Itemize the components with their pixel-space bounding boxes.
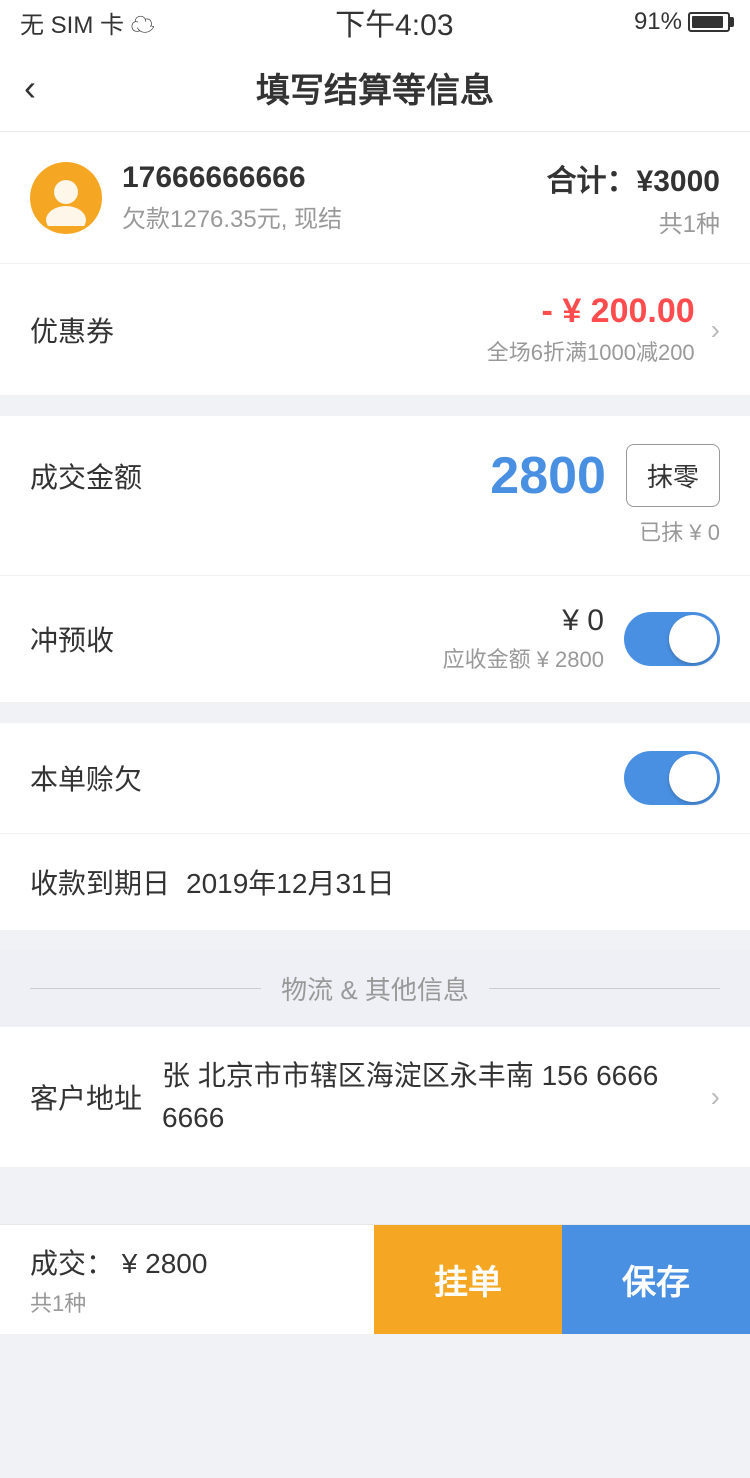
debt-toggle[interactable] [624,751,720,805]
page-title: 填写结算等信息 [256,63,494,112]
discount-description: 全场6折满1000减200 [487,335,695,367]
footer-transaction-amount: ¥ 2800 [122,1248,208,1279]
battery-text: 91% [634,8,682,36]
customer-total: 合计：¥3000 共1种 [547,156,720,239]
address-chevron-icon: › [711,1081,720,1113]
footer-transaction: 成交： ¥ 2800 [30,1242,344,1282]
sim-text: 无 SIM 卡 ☁ [20,5,155,40]
discount-amount: - ¥ 200.00 [487,292,695,331]
avatar [30,162,102,234]
due-date-section: 收款到期日 2019年12月31日 [0,834,750,930]
prepay-section: 冲预收 ¥ 0 应收金额 ¥ 2800 [0,576,750,703]
nav-bar: ‹ 填写结算等信息 [0,44,750,132]
gray-divider-3 [0,930,750,950]
logistics-label: 物流 & 其他信息 [281,970,469,1007]
customer-left: 17666666666 欠款1276.35元, 现结 [30,161,342,234]
amount-section: 成交金额 2800 抹零 已抹 ¥ 0 [0,416,750,576]
prepay-toggle[interactable] [624,612,720,666]
debt-bill-label: 本单赊欠 [30,758,142,798]
prepay-receivable: 应收金额 ¥ 2800 [443,642,604,674]
gray-divider-1 [0,396,750,416]
address-section[interactable]: 客户地址 张 北京市市辖区海淀区永丰南 156 6666 6666 › [0,1027,750,1168]
round-button[interactable]: 抹零 [626,444,720,507]
amount-erased: 已抹 ¥ 0 [639,520,720,545]
gray-divider-2 [0,703,750,723]
status-time: 下午4:03 [335,0,453,44]
amount-value: 2800 [490,446,606,506]
address-label: 客户地址 [30,1077,142,1117]
prepay-label: 冲预收 [30,619,114,659]
address-text: 张 北京市市辖区海淀区永丰南 156 6666 6666 [162,1055,711,1139]
logistics-line-right [489,988,720,989]
back-button[interactable]: ‹ [24,67,36,109]
amount-right: 2800 抹零 [490,444,720,507]
amount-row: 成交金额 2800 抹零 [30,444,720,507]
save-button[interactable]: 保存 [562,1225,750,1334]
status-right: 91% [634,8,730,36]
debt-toggle-knob [669,754,717,802]
battery-fill [692,16,723,28]
prepay-amount-block: ¥ 0 应收金额 ¥ 2800 [443,604,604,674]
debt-bill-row: 本单赊欠 [0,723,750,834]
battery-icon [688,12,730,32]
footer: 成交： ¥ 2800 共1种 挂单 保存 [0,1224,750,1334]
total-amount: 合计：¥3000 [547,156,720,200]
discount-row[interactable]: 优惠券 - ¥ 200.00 全场6折满1000减200 › [0,264,750,396]
status-left: 无 SIM 卡 ☁ [20,5,155,40]
amount-label: 成交金额 [30,456,142,496]
footer-transaction-label: 成交： [30,1248,114,1279]
logistics-line-left [30,988,261,989]
total-count: 共1种 [547,204,720,239]
prepay-amount: ¥ 0 [443,604,604,638]
footer-count: 共1种 [30,1286,344,1318]
due-date-value: 2019年12月31日 [186,862,395,902]
discount-label: 优惠券 [30,310,114,350]
logistics-divider: 物流 & 其他信息 [0,950,750,1027]
footer-info: 成交： ¥ 2800 共1种 [0,1225,374,1334]
prepay-right: ¥ 0 应收金额 ¥ 2800 [443,604,720,674]
customer-section: 17666666666 欠款1276.35元, 现结 合计：¥3000 共1种 [0,132,750,264]
chevron-right-icon: › [711,314,720,346]
toggle-knob [669,615,717,663]
discount-info: - ¥ 200.00 全场6折满1000减200 [487,292,695,367]
due-date-label: 收款到期日 [30,862,170,902]
customer-phone: 17666666666 [122,161,342,195]
discount-right: - ¥ 200.00 全场6折满1000减200 › [487,292,720,367]
customer-debt: 欠款1276.35元, 现结 [122,199,342,234]
customer-info: 17666666666 欠款1276.35元, 现结 [122,161,342,234]
status-bar: 无 SIM 卡 ☁ 下午4:03 91% [0,0,750,44]
pending-button[interactable]: 挂单 [374,1225,562,1334]
